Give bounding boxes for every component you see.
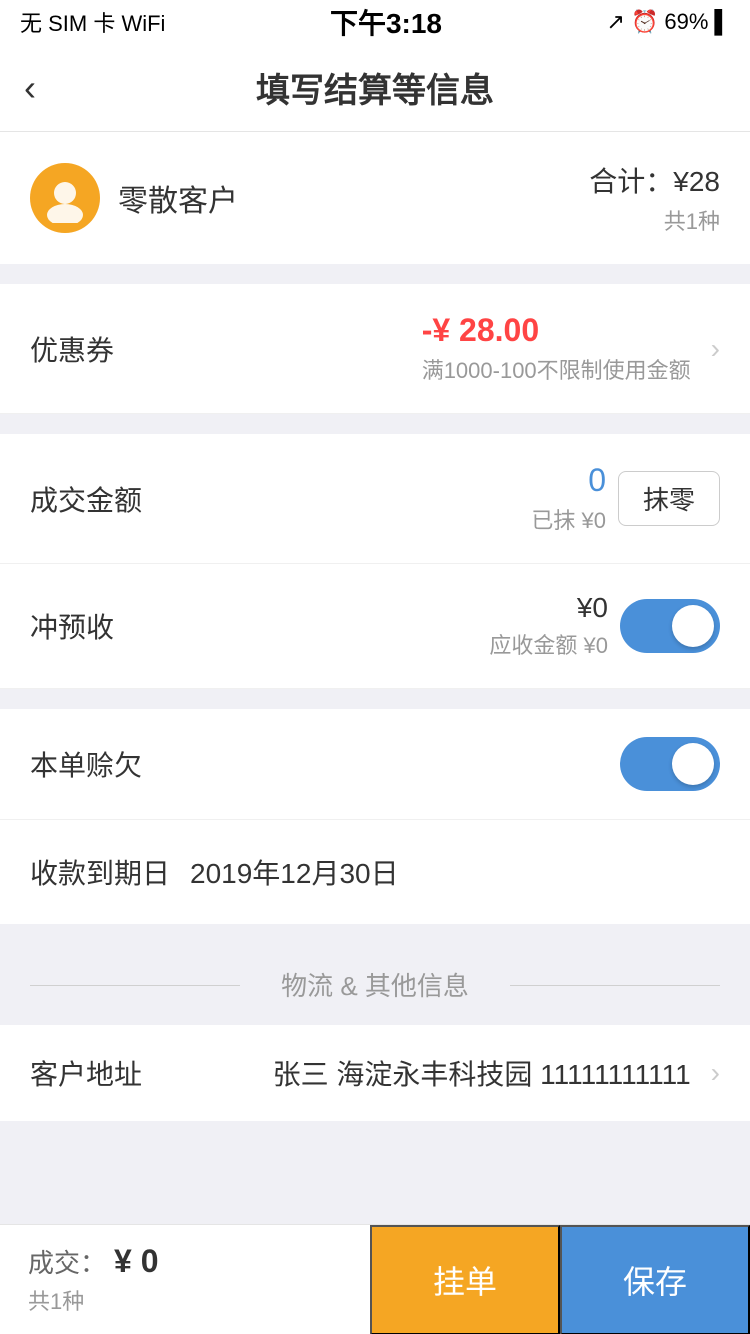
due-date-row: 收款到期日 2019年12月30日 bbox=[0, 819, 750, 924]
deal-value-block: 0 已抹 ¥0 bbox=[531, 462, 606, 535]
toggle-knob bbox=[672, 605, 714, 647]
address-section: 客户地址 张三 海淀永丰科技园 11111111111 › bbox=[0, 1025, 750, 1121]
chevron-icon: › bbox=[711, 333, 720, 365]
prepay-toggle[interactable] bbox=[620, 599, 720, 653]
bottom-count: 共1种 bbox=[28, 1284, 342, 1316]
due-date-value: 2019年12月30日 bbox=[190, 852, 399, 892]
deal-right: 0 已抹 ¥0 抹零 bbox=[531, 462, 720, 535]
save-button[interactable]: 保存 bbox=[560, 1225, 750, 1334]
alarm-icon: ⏰ bbox=[631, 9, 658, 35]
customer-count: 共1种 bbox=[589, 204, 720, 236]
prepay-row: 冲预收 ¥0 应收金额 ¥0 bbox=[0, 564, 750, 689]
page-title: 填写结算等信息 bbox=[256, 63, 494, 112]
status-right: ↗ ⏰ 69% ▌ bbox=[607, 9, 730, 35]
address-row[interactable]: 客户地址 张三 海淀永丰科技园 11111111111 › bbox=[0, 1025, 750, 1121]
coupon-value-block: -¥ 28.00 满1000-100不限制使用金额 bbox=[422, 312, 691, 385]
customer-avatar bbox=[30, 163, 100, 233]
credit-label: 本单赊欠 bbox=[30, 744, 142, 784]
status-left: 无 SIM 卡 WiFi bbox=[20, 6, 165, 38]
hold-button[interactable]: 挂单 bbox=[370, 1225, 560, 1334]
deal-row: 成交金额 0 已抹 ¥0 抹零 bbox=[0, 434, 750, 564]
coupon-amount: -¥ 28.00 bbox=[422, 312, 691, 349]
deal-value: 0 bbox=[588, 462, 606, 498]
coupon-sub: 满1000-100不限制使用金额 bbox=[422, 353, 691, 385]
bottom-bar: 成交： ¥ 0 共1种 挂单 保存 bbox=[0, 1224, 750, 1334]
customer-row: 零散客户 合计：¥28 共1种 bbox=[0, 132, 750, 264]
battery-label: 69% bbox=[664, 9, 708, 35]
coupon-section: 优惠券 -¥ 28.00 满1000-100不限制使用金额 › bbox=[0, 284, 750, 414]
sim-label: 无 SIM 卡 WiFi bbox=[20, 6, 165, 38]
round-off-button[interactable]: 抹零 bbox=[618, 471, 720, 526]
status-bar: 无 SIM 卡 WiFi 下午3:18 ↗ ⏰ 69% ▌ bbox=[0, 0, 750, 44]
address-label: 客户地址 bbox=[30, 1053, 142, 1093]
back-button[interactable]: ‹ bbox=[24, 67, 36, 109]
credit-toggle[interactable] bbox=[620, 737, 720, 791]
prepay-right: ¥0 应收金额 ¥0 bbox=[489, 592, 720, 660]
location-icon: ↗ bbox=[607, 9, 625, 35]
credit-toggle-knob bbox=[672, 743, 714, 785]
status-time: 下午3:18 bbox=[330, 2, 442, 42]
credit-row: 本单赊欠 bbox=[0, 709, 750, 819]
deal-sub: 已抹 ¥0 bbox=[531, 503, 606, 535]
content: 零散客户 合计：¥28 共1种 优惠券 -¥ 28.00 满1000-100不限… bbox=[0, 132, 750, 1251]
address-chevron-icon: › bbox=[711, 1057, 720, 1089]
coupon-label: 优惠券 bbox=[30, 329, 114, 369]
customer-total: 合计：¥28 bbox=[589, 160, 720, 200]
coupon-right: -¥ 28.00 满1000-100不限制使用金额 › bbox=[422, 312, 720, 385]
customer-name: 零散客户 bbox=[118, 176, 238, 220]
credit-section: 本单赊欠 收款到期日 2019年12月30日 bbox=[0, 709, 750, 924]
prepay-sub: 应收金额 ¥0 bbox=[489, 628, 608, 660]
bottom-info: 成交： ¥ 0 共1种 bbox=[0, 1243, 370, 1316]
deal-label: 成交金额 bbox=[30, 479, 142, 519]
prepay-amount: ¥0 bbox=[489, 592, 608, 624]
prepay-value-block: ¥0 应收金额 ¥0 bbox=[489, 592, 608, 660]
nav-bar: ‹ 填写结算等信息 bbox=[0, 44, 750, 132]
customer-summary: 合计：¥28 共1种 bbox=[589, 160, 720, 236]
battery-icon: ▌ bbox=[714, 9, 730, 35]
customer-left: 零散客户 bbox=[30, 163, 238, 233]
divider-label: 物流 & 其他信息 bbox=[0, 944, 750, 1025]
coupon-row[interactable]: 优惠券 -¥ 28.00 满1000-100不限制使用金额 › bbox=[0, 284, 750, 414]
bottom-deal-label: 成交： bbox=[28, 1243, 106, 1280]
due-date-label: 收款到期日 bbox=[30, 852, 170, 892]
avatar-icon bbox=[40, 173, 90, 223]
address-right: 张三 海淀永丰科技园 11111111111 › bbox=[273, 1053, 720, 1093]
deal-section: 成交金额 0 已抹 ¥0 抹零 冲预收 ¥0 应收金额 ¥0 bbox=[0, 434, 750, 689]
prepay-label: 冲预收 bbox=[30, 606, 114, 646]
bottom-amount: ¥ 0 bbox=[114, 1243, 158, 1280]
address-value: 张三 海淀永丰科技园 11111111111 bbox=[273, 1053, 691, 1093]
